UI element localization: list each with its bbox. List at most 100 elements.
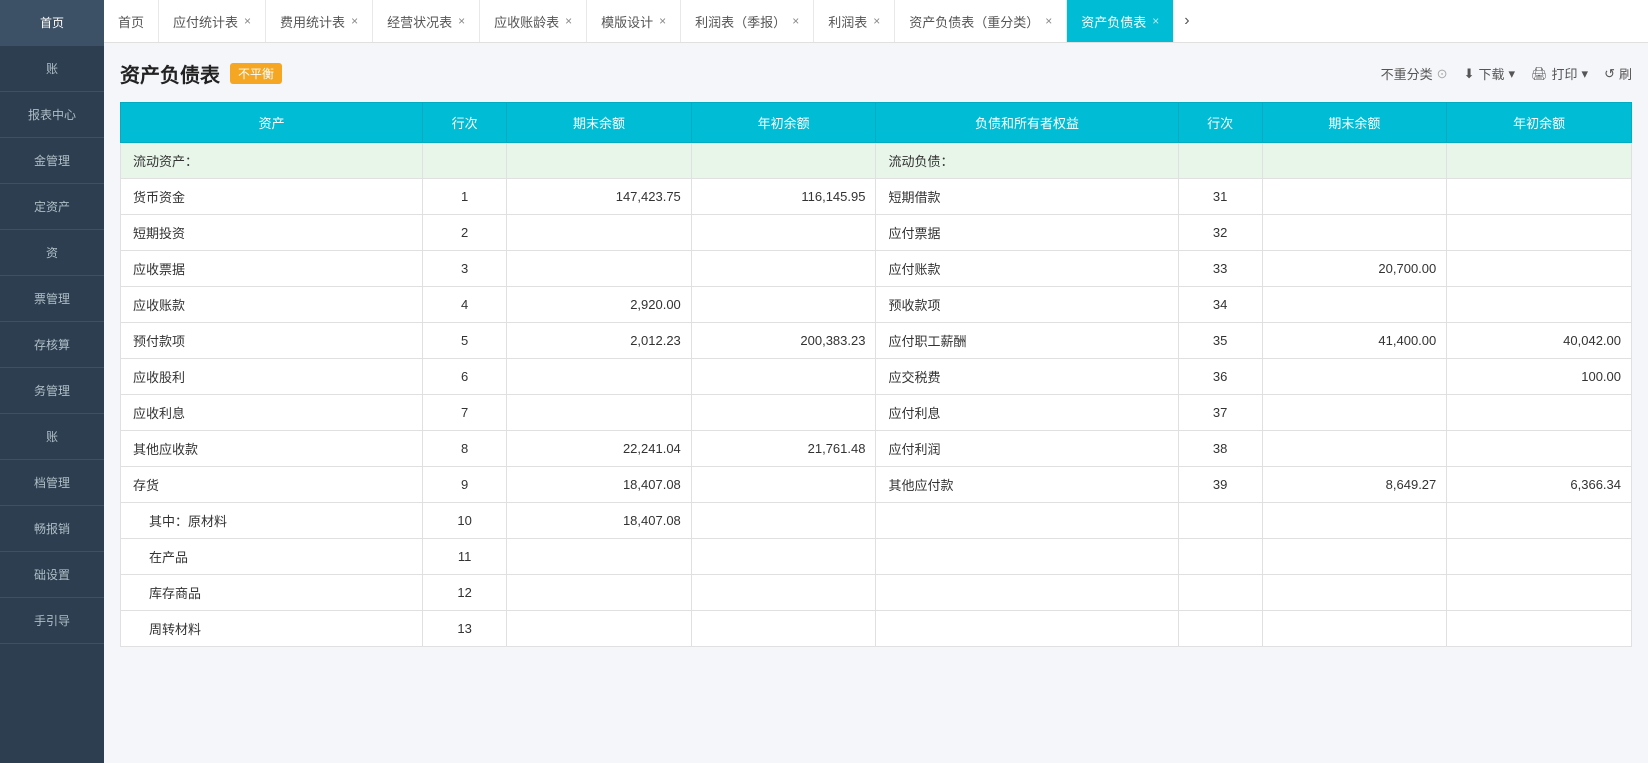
cell-asset: 应收利息 xyxy=(121,395,423,431)
cell-row: 5 xyxy=(423,323,507,359)
cell-year-start2 xyxy=(1447,251,1632,287)
cell-row2: 33 xyxy=(1178,251,1262,287)
tab-close-business-status[interactable]: × xyxy=(458,14,465,28)
cell-row2: 36 xyxy=(1178,359,1262,395)
report-table: 资产 行次 期末余额 年初余额 负债和所有者权益 行次 期末余额 年初余额 流动… xyxy=(120,102,1632,647)
tab-receivable-aging[interactable]: 应收账龄表 × xyxy=(480,0,587,42)
tab-expense-stats[interactable]: 费用统计表 × xyxy=(266,0,373,42)
sidebar-item-fixed-assets[interactable]: 定资产 xyxy=(0,184,104,230)
cell-period-end xyxy=(507,359,692,395)
cell-asset: 应收账款 xyxy=(121,287,423,323)
tab-close-payable-stats[interactable]: × xyxy=(244,14,251,28)
tab-payable-stats[interactable]: 应付统计表 × xyxy=(159,0,266,42)
cell-period-end2 xyxy=(1262,611,1447,647)
tab-home[interactable]: 首页 xyxy=(104,0,159,42)
cell-row2 xyxy=(1178,503,1262,539)
tab-close-expense-stats[interactable]: × xyxy=(351,14,358,28)
tab-profit[interactable]: 利润表 × xyxy=(814,0,895,42)
sidebar-item-account[interactable]: 账 xyxy=(0,414,104,460)
cell-row: 8 xyxy=(423,431,507,467)
cell-row xyxy=(423,143,507,179)
tab-close-balance-sheet[interactable]: × xyxy=(1152,14,1159,28)
refresh-btn[interactable]: ↺ 刷 xyxy=(1604,64,1632,83)
cell-row2 xyxy=(1178,539,1262,575)
sidebar-item-inventory[interactable]: 存核算 xyxy=(0,322,104,368)
cell-period-end xyxy=(507,611,692,647)
print-btn[interactable]: 🖨 打印 ▾ xyxy=(1531,64,1588,83)
tab-template-design[interactable]: 模版设计 × xyxy=(587,0,681,42)
cell-asset: 短期投资 xyxy=(121,215,423,251)
page-header: 资产负债表 不平衡 不重分类 ⊙ ⬇ 下载 ▾ 🖨 打印 ▾ xyxy=(120,59,1632,88)
table-row: 库存商品 12 xyxy=(121,575,1632,611)
cell-period-end2 xyxy=(1262,215,1447,251)
tab-close-profit[interactable]: × xyxy=(873,14,880,28)
sidebar-item-ticket-mgmt[interactable]: 票管理 xyxy=(0,276,104,322)
cell-period-end: 18,407.08 xyxy=(507,503,692,539)
cell-year-start2 xyxy=(1447,431,1632,467)
tab-close-template-design[interactable]: × xyxy=(659,14,666,28)
sidebar-item-fund-mgmt[interactable]: 金管理 xyxy=(0,138,104,184)
download-btn[interactable]: ⬇ 下载 ▾ xyxy=(1464,64,1515,83)
tab-bar: 首页 应付统计表 × 费用统计表 × 经营状况表 × 应收账龄表 × 模版设计 … xyxy=(104,0,1648,43)
cell-period-end2 xyxy=(1262,287,1447,323)
cell-row2: 34 xyxy=(1178,287,1262,323)
cell-liability: 流动负债： xyxy=(876,143,1178,179)
cell-period-end xyxy=(507,215,692,251)
cell-period-end2 xyxy=(1262,575,1447,611)
col-year-start: 年初余额 xyxy=(691,103,876,143)
tab-balance-sheet[interactable]: 资产负债表 × xyxy=(1067,0,1174,42)
cell-year-start2 xyxy=(1447,143,1632,179)
cell-liability: 应交税费 xyxy=(876,359,1178,395)
sidebar-item-report-center[interactable]: 报表中心 xyxy=(0,92,104,138)
cell-period-end2 xyxy=(1262,143,1447,179)
cell-year-start2 xyxy=(1447,503,1632,539)
sidebar-item-archive[interactable]: 档管理 xyxy=(0,460,104,506)
cell-asset: 存货 xyxy=(121,467,423,503)
tab-business-status[interactable]: 经营状况表 × xyxy=(373,0,480,42)
sidebar-item-home[interactable]: 首页 xyxy=(0,0,104,46)
cell-year-start: 116,145.95 xyxy=(691,179,876,215)
sidebar-item-capital[interactable]: 资 xyxy=(0,230,104,276)
sidebar-item-settings[interactable]: 础设置 xyxy=(0,552,104,598)
cell-period-end2 xyxy=(1262,503,1447,539)
cell-row: 3 xyxy=(423,251,507,287)
sidebar-item-ledger[interactable]: 账 xyxy=(0,46,104,92)
tab-profit-quarterly[interactable]: 利润表（季报） × xyxy=(681,0,814,42)
cell-liability: 预收款项 xyxy=(876,287,1178,323)
table-row: 其中：原材料 10 18,407.08 xyxy=(121,503,1632,539)
cell-row2 xyxy=(1178,575,1262,611)
tab-close-receivable-aging[interactable]: × xyxy=(565,14,572,28)
cell-year-start2 xyxy=(1447,215,1632,251)
cell-period-end: 18,407.08 xyxy=(507,467,692,503)
tab-balance-reclassified[interactable]: 资产负债表（重分类） × xyxy=(895,0,1067,42)
cell-liability: 应付账款 xyxy=(876,251,1178,287)
main-area: 首页 应付统计表 × 费用统计表 × 经营状况表 × 应收账龄表 × 模版设计 … xyxy=(104,0,1648,763)
cell-row: 12 xyxy=(423,575,507,611)
table-row: 周转材料 13 xyxy=(121,611,1632,647)
cell-liability: 应付票据 xyxy=(876,215,1178,251)
sidebar-item-guide[interactable]: 手引导 xyxy=(0,598,104,644)
cell-period-end xyxy=(507,395,692,431)
cell-asset: 应收票据 xyxy=(121,251,423,287)
table-row: 在产品 11 xyxy=(121,539,1632,575)
col-row2: 行次 xyxy=(1178,103,1262,143)
table-header-row: 资产 行次 期末余额 年初余额 负债和所有者权益 行次 期末余额 年初余额 xyxy=(121,103,1632,143)
tab-scroll-right[interactable]: › xyxy=(1174,0,1199,42)
cell-period-end: 22,241.04 xyxy=(507,431,692,467)
cell-year-start2: 40,042.00 xyxy=(1447,323,1632,359)
tab-close-balance-reclassified[interactable]: × xyxy=(1045,14,1052,28)
cell-liability xyxy=(876,611,1178,647)
classify-btn[interactable]: 不重分类 ⊙ xyxy=(1381,64,1448,83)
sidebar-item-expense[interactable]: 畅报销 xyxy=(0,506,104,552)
unbalanced-badge: 不平衡 xyxy=(230,63,282,84)
sidebar-item-business-mgmt[interactable]: 务管理 xyxy=(0,368,104,414)
cell-year-start xyxy=(691,539,876,575)
cell-period-end2 xyxy=(1262,359,1447,395)
cell-row2: 32 xyxy=(1178,215,1262,251)
tab-close-profit-quarterly[interactable]: × xyxy=(792,14,799,28)
cell-liability: 应付利息 xyxy=(876,395,1178,431)
col-row: 行次 xyxy=(423,103,507,143)
cell-period-end2: 41,400.00 xyxy=(1262,323,1447,359)
col-period-end2: 期末余额 xyxy=(1262,103,1447,143)
cell-liability xyxy=(876,503,1178,539)
